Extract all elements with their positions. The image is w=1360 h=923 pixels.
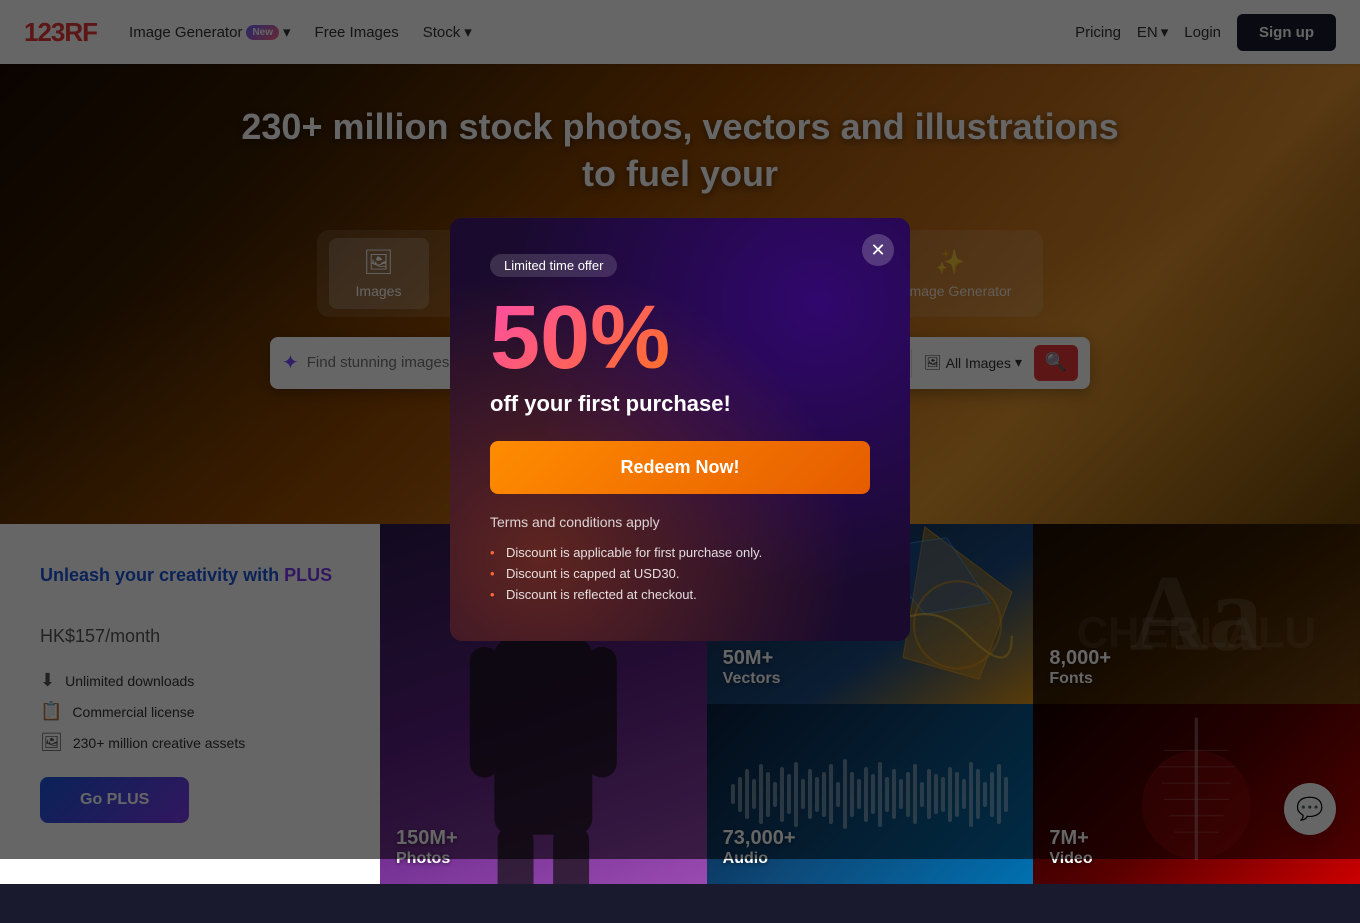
- bullet-2: Discount is capped at USD30.: [490, 563, 870, 584]
- bullet-1: Discount is applicable for first purchas…: [490, 542, 870, 563]
- promo-modal: ✕ Limited time offer 50% off your first …: [450, 218, 910, 641]
- modal-bullets: Discount is applicable for first purchas…: [490, 542, 870, 605]
- modal-percent: 50%: [490, 293, 870, 383]
- modal-subtitle: off your first purchase!: [490, 391, 870, 417]
- modal-terms: Terms and conditions apply: [490, 514, 870, 530]
- modal-redeem-button[interactable]: Redeem Now!: [490, 441, 870, 494]
- modal-close-button[interactable]: ✕: [862, 234, 894, 266]
- bullet-3: Discount is reflected at checkout.: [490, 584, 870, 605]
- modal-badge: Limited time offer: [490, 254, 617, 277]
- modal-overlay[interactable]: ✕ Limited time offer 50% off your first …: [0, 0, 1360, 859]
